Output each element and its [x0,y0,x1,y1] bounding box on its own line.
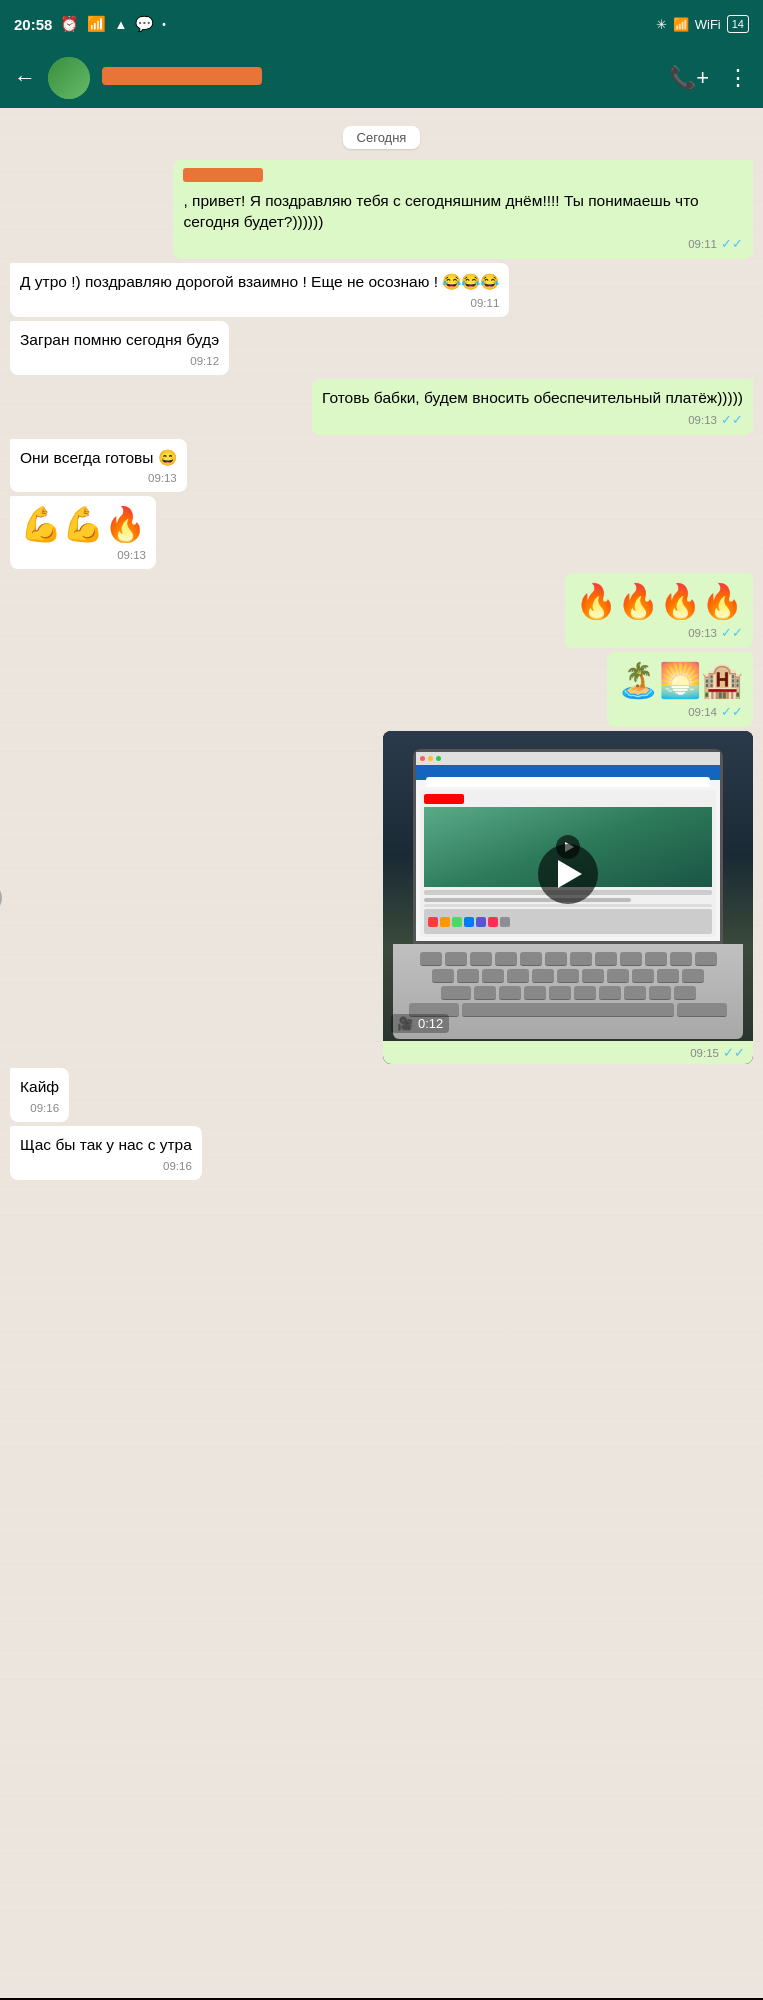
dock-area [424,909,712,934]
message-text: Щас бы так у нас с утра [20,1136,192,1153]
call-button[interactable]: 📞+ [669,65,709,91]
emoji-message: 💪💪🔥 [20,505,146,543]
message-text: Кайф [20,1078,59,1095]
bubble-sent: 🔥🔥🔥🔥 09:13 ✓✓ [565,573,753,648]
emoji-message: 🏝️🌅🏨 [617,661,743,699]
avatar-image [48,57,90,99]
message-row: Кайф 09:16 [10,1068,753,1122]
read-receipt-icon: ✓✓ [721,703,743,721]
keyboard-row-4 [409,1003,727,1017]
location-icon: ▲ [114,17,127,32]
bubble-received: Кайф 09:16 [10,1068,69,1122]
signal-icon: 📶 [87,15,106,33]
wifi-icon: WiFi [695,17,721,32]
video-camera-icon: 🎥 [397,1016,413,1031]
browser-bar [416,752,720,765]
bubble-sent: , привет! Я поздравляю тебя с сегодняшни… [173,160,753,259]
message-text: Они всегда готовы 😄 [20,449,177,466]
play-triangle-icon [558,860,582,888]
message-row: 💪💪🔥 09:13 [10,496,753,569]
video-thumbnail: 🎥 0:12 [383,731,753,1041]
whatsapp-icon: 💬 [135,15,154,33]
message-meta: 09:12 [20,353,219,369]
message-meta: 09:16 [20,1100,59,1116]
avatar[interactable] [48,57,90,99]
video-meta: 09:15 ✓✓ [383,1041,753,1064]
contact-name-blurred [102,67,262,85]
signal-bars-icon: 📶 [673,17,689,32]
message-row: ↩ [10,731,753,1064]
status-bar: 20:58 ⏰ 📶 ▲ 💬 • ✳ 📶 WiFi 14 [0,0,763,48]
bluetooth-icon: ✳ [656,17,667,32]
video-time: 09:15 [690,1047,719,1059]
message-row: 🏝️🌅🏨 09:14 ✓✓ [10,652,753,727]
message-meta: 09:13 ✓✓ [575,624,743,642]
message-row: 🔥🔥🔥🔥 09:13 ✓✓ [10,573,753,648]
video-duration: 🎥 0:12 [391,1014,449,1033]
chat-body: Сегодня , привет! Я поздравляю тебя с се… [0,108,763,1998]
video-play-button[interactable] [538,844,598,904]
bubble-received: Они всегда готовы 😄 09:13 [10,439,187,493]
browser-tabs [416,765,720,777]
keyboard-row-1 [409,952,727,966]
bubble-sent: 🏝️🌅🏨 09:14 ✓✓ [607,652,753,727]
message-text: Готовь бабки, будем вносить обеспечитель… [322,389,743,406]
progress-bar [424,904,712,907]
bubble-sent: Готовь бабки, будем вносить обеспечитель… [312,379,753,435]
keyboard-row-2 [409,969,727,983]
read-receipt-icon: ✓✓ [721,235,743,253]
back-button[interactable]: ← [14,65,36,91]
message-meta: 09:11 ✓✓ [183,235,743,253]
message-meta: 09:11 [20,295,499,311]
bubble-received: Загран помню сегодня будэ 09:12 [10,321,229,375]
message-row: Они всегда готовы 😄 09:13 [10,439,753,493]
message-row: , привет! Я поздравляю тебя с сегодняшни… [10,160,753,259]
chat-header: ← 📞+ ⋮ [0,48,763,108]
status-time: 20:58 [14,16,52,33]
message-text: Д утро !) поздравляю дорогой взаимно ! Е… [20,273,499,290]
message-row: Загран помню сегодня будэ 09:12 [10,321,753,375]
reply-forward-button[interactable]: ↩ [0,882,2,914]
bubble-received: 💪💪🔥 09:13 [10,496,156,569]
header-icons: 📞+ ⋮ [669,65,749,91]
youtube-logo [424,794,464,804]
clock-icon: ⏰ [60,15,79,33]
status-right: ✳ 📶 WiFi 14 [656,15,749,33]
message-meta: 09:16 [20,1158,192,1174]
battery-indicator: 14 [727,15,749,33]
video-bubble[interactable]: 🎥 0:12 09:15 ✓✓ [383,731,753,1064]
message-meta: 09:13 [20,547,146,563]
message-row: Д утро !) поздравляю дорогой взаимно ! Е… [10,263,753,317]
dot-icon: • [162,19,166,30]
message-meta: 09:13 ✓✓ [322,411,743,429]
read-receipt-icon: ✓✓ [721,624,743,642]
message-text: Загран помню сегодня будэ [20,331,219,348]
bubble-received: Д утро !) поздравляю дорогой взаимно ! Е… [10,263,509,317]
message-meta: 09:14 ✓✓ [617,703,743,721]
message-row: Щас бы так у нас с утра 09:16 [10,1126,753,1180]
keyboard-row-3 [409,986,727,1000]
status-left: 20:58 ⏰ 📶 ▲ 💬 • [14,15,166,33]
duration-text: 0:12 [418,1016,443,1031]
emoji-message: 🔥🔥🔥🔥 [575,582,743,620]
message-meta: 09:13 [20,470,177,486]
bubble-received: Щас бы так у нас с утра 09:16 [10,1126,202,1180]
read-receipt-icon: ✓✓ [723,1045,745,1060]
read-receipt-icon: ✓✓ [721,411,743,429]
date-badge: Сегодня [10,128,753,146]
contact-name-area[interactable] [102,67,657,89]
url-bar [426,777,710,787]
sender-name-tag [183,168,743,190]
menu-button[interactable]: ⋮ [727,65,749,91]
message-row: Готовь бабки, будем вносить обеспечитель… [10,379,753,435]
youtube-subtitle [424,898,631,902]
message-text: , привет! Я поздравляю тебя с сегодняшни… [183,192,698,231]
